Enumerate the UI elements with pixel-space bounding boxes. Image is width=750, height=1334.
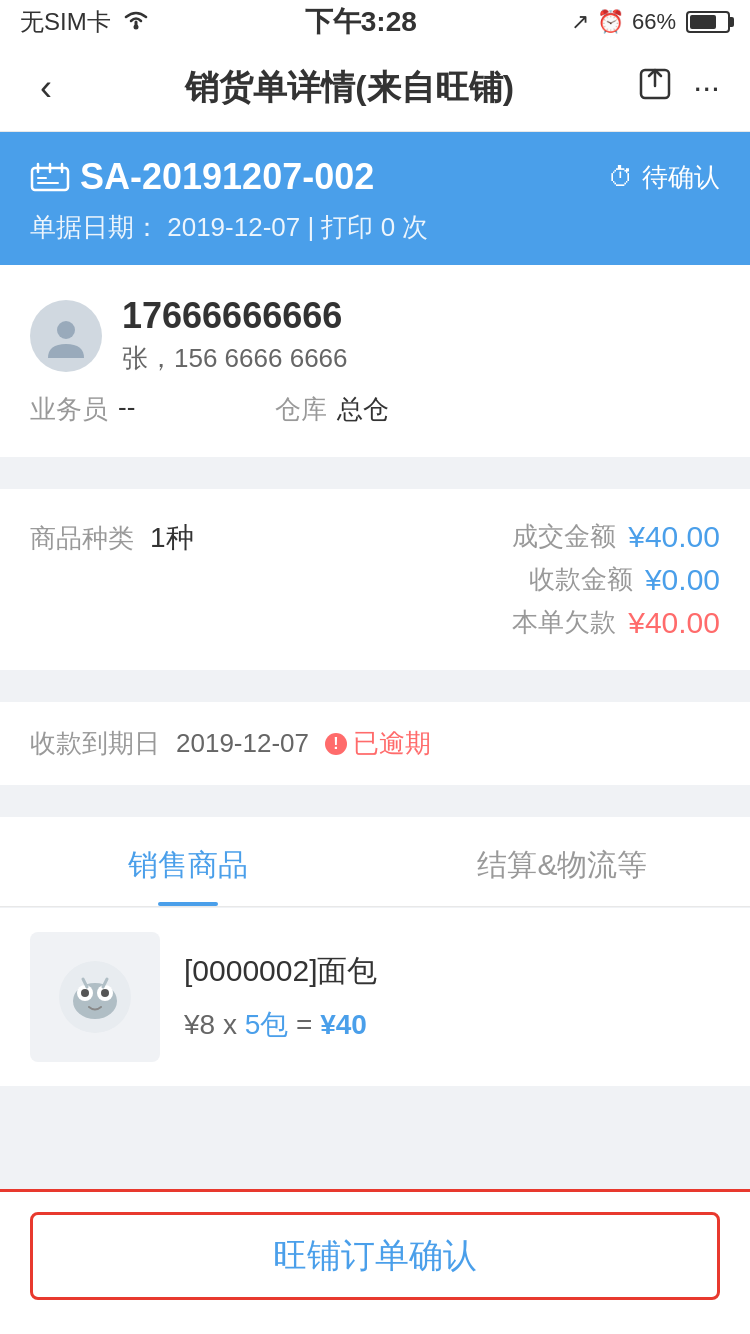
product-total: ¥40 bbox=[320, 1009, 367, 1040]
staff-value: -- bbox=[118, 392, 135, 427]
status-clock-icon: ⏱ bbox=[608, 162, 634, 193]
customer-avatar bbox=[30, 300, 102, 372]
due-date-card: 收款到期日 2019-12-07 ! 已逾期 bbox=[0, 702, 750, 785]
staff-label: 业务员 bbox=[30, 392, 108, 427]
alarm-icon: ⏰ bbox=[597, 9, 624, 35]
overdue-text: 已逾期 bbox=[353, 726, 431, 761]
product-price-row: ¥8 x 5包 = ¥40 bbox=[184, 1006, 720, 1044]
battery-percent: 66% bbox=[632, 9, 676, 35]
divider-1 bbox=[0, 473, 750, 489]
product-price: ¥8 x bbox=[184, 1009, 245, 1040]
customer-phone: 17666666666 bbox=[122, 295, 348, 337]
more-button[interactable]: ··· bbox=[693, 69, 720, 106]
battery-icon bbox=[686, 11, 730, 33]
overdue-dot-icon: ! bbox=[325, 733, 347, 755]
warehouse-label: 仓库 bbox=[275, 392, 327, 427]
confirm-order-button[interactable]: 旺铺订单确认 bbox=[30, 1212, 720, 1300]
nav-actions: ··· bbox=[637, 66, 720, 110]
customer-sub: 张，156 6666 6666 bbox=[122, 341, 348, 376]
product-equals: = bbox=[288, 1009, 320, 1040]
customer-card: 17666666666 张，156 6666 6666 业务员 -- 仓库 总仓 bbox=[0, 265, 750, 457]
svg-point-3 bbox=[57, 321, 75, 339]
debt-label: 本单欠款 bbox=[512, 605, 616, 640]
product-type-value: 1种 bbox=[150, 519, 194, 557]
order-header: SA-20191207-002 ⏱ 待确认 单据日期： 2019-12-07 |… bbox=[0, 132, 750, 265]
svg-point-8 bbox=[81, 989, 89, 997]
page-title: 销货单详情(来自旺铺) bbox=[185, 65, 514, 111]
amount-label: 成交金额 bbox=[512, 519, 616, 554]
debt-value: ¥40.00 bbox=[628, 606, 720, 640]
product-type-label: 商品种类 bbox=[30, 521, 134, 556]
due-date-value: 2019-12-07 bbox=[176, 728, 309, 759]
tabs-container: 销售商品 结算&物流等 bbox=[0, 817, 750, 907]
amount-value: ¥40.00 bbox=[628, 520, 720, 554]
carrier-text: 无SIM卡 bbox=[20, 6, 111, 38]
tab-settlement[interactable]: 结算&物流等 bbox=[375, 817, 750, 906]
divider-3 bbox=[0, 801, 750, 817]
status-time: 下午3:28 bbox=[305, 3, 417, 41]
due-date-label: 收款到期日 bbox=[30, 726, 160, 761]
status-bar: 无SIM卡 下午3:28 ↗ ⏰ 66% bbox=[0, 0, 750, 44]
order-status: ⏱ 待确认 bbox=[608, 160, 720, 195]
divider-2 bbox=[0, 686, 750, 702]
share-button[interactable] bbox=[637, 66, 673, 110]
order-date: 单据日期： 2019-12-07 | 打印 0 次 bbox=[30, 210, 720, 245]
product-card: [0000002]面包 ¥8 x 5包 = ¥40 bbox=[0, 908, 750, 1086]
nav-bar: ‹ 销货单详情(来自旺铺) ··· bbox=[0, 44, 750, 132]
summary-card: 商品种类 1种 成交金额 ¥40.00 收款金额 ¥0.00 本单欠款 ¥40.… bbox=[0, 489, 750, 670]
product-image bbox=[30, 932, 160, 1062]
wifi-icon bbox=[121, 8, 151, 36]
product-name: [0000002]面包 bbox=[184, 951, 720, 992]
product-qty: 5包 bbox=[245, 1009, 289, 1040]
status-left: 无SIM卡 bbox=[20, 6, 151, 38]
product-info: [0000002]面包 ¥8 x 5包 = ¥40 bbox=[184, 951, 720, 1044]
bottom-bar: 旺铺订单确认 bbox=[0, 1189, 750, 1334]
status-right: ↗ ⏰ 66% bbox=[571, 9, 730, 35]
customer-meta: 业务员 -- 仓库 总仓 bbox=[30, 392, 720, 427]
received-label: 收款金额 bbox=[529, 562, 633, 597]
warehouse-value: 总仓 bbox=[337, 392, 389, 427]
tab-products[interactable]: 销售商品 bbox=[0, 817, 375, 906]
location-icon: ↗ bbox=[571, 9, 589, 35]
svg-point-9 bbox=[101, 989, 109, 997]
received-value: ¥0.00 bbox=[645, 563, 720, 597]
svg-point-0 bbox=[133, 25, 138, 30]
back-button[interactable]: ‹ bbox=[30, 57, 62, 119]
order-id: SA-20191207-002 bbox=[30, 156, 374, 198]
overdue-badge: ! 已逾期 bbox=[325, 726, 431, 761]
